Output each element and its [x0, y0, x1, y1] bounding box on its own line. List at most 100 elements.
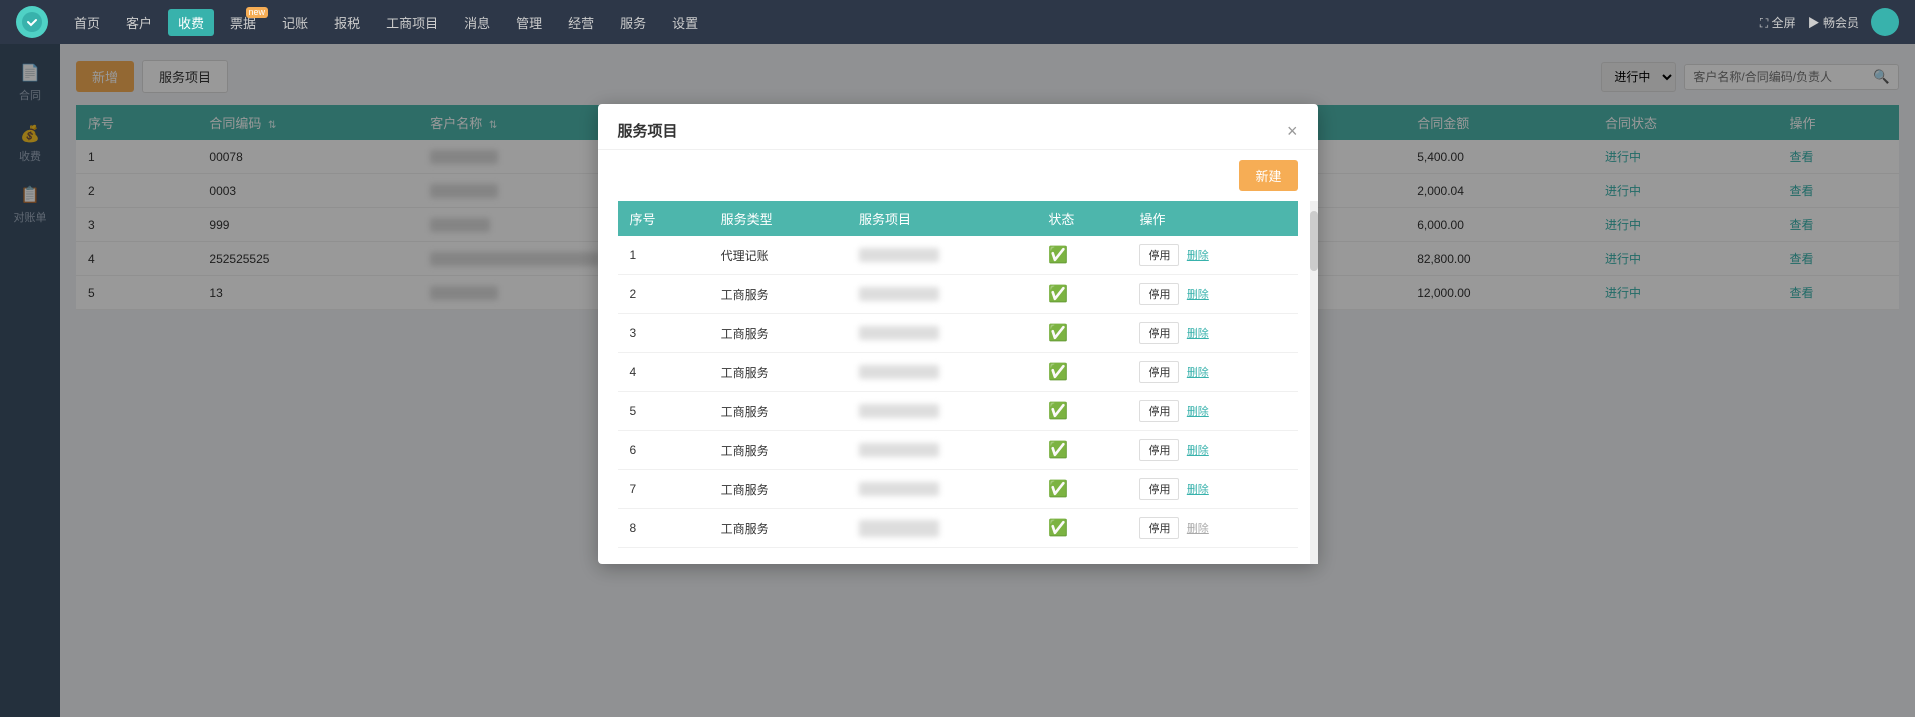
stop-button[interactable]: 停用 [1139, 517, 1179, 539]
modal-cell-action: 停用 删除 [1127, 509, 1297, 548]
modal-cell-type: 工商服务 [709, 353, 847, 392]
modal-cell-action: 停用 删除 [1127, 470, 1297, 509]
app-logo [16, 6, 48, 38]
nav-item-business[interactable]: 工商项目 [376, 9, 448, 36]
modal-table-row: 6 工商服务 ██████ ✅ 停用 删除 [618, 431, 1298, 470]
modal-cell-no: 8 [618, 509, 709, 548]
stop-button[interactable]: 停用 [1139, 283, 1179, 305]
modal-col-action: 操作 [1127, 201, 1297, 236]
modal-table-row: 2 工商服务 ████ ✅ 停用 删除 [618, 275, 1298, 314]
nav-item-tax[interactable]: 报税 [324, 9, 370, 36]
modal-header: 服务项目 × [598, 104, 1318, 150]
modal-table-row: 5 工商服务 ████ ✅ 停用 删除 [618, 392, 1298, 431]
modal-cell-action: 停用 删除 [1127, 236, 1297, 275]
modal-cell-action: 停用 删除 [1127, 431, 1297, 470]
stop-button[interactable]: 停用 [1139, 439, 1179, 461]
modal-cell-no: 7 [618, 470, 709, 509]
modal-new-button[interactable]: 新建 [1239, 160, 1297, 191]
modal-cell-type: 工商服务 [709, 470, 847, 509]
modal-cell-action: 停用 删除 [1127, 314, 1297, 353]
modal-col-type: 服务类型 [709, 201, 847, 236]
vip-btn[interactable]: ▶ 畅会员 [1808, 14, 1859, 31]
nav-item-operation[interactable]: 经营 [558, 9, 604, 36]
modal-col-no: 序号 [618, 201, 709, 236]
nav-item-fee[interactable]: 收费 [168, 9, 214, 36]
modal-cell-item: ██████ [847, 431, 1036, 470]
modal-content: 序号 服务类型 服务项目 状态 操作 1 代理记账 ████1 ✅ 停用 删除 … [598, 201, 1318, 564]
modal-cell-no: 6 [618, 431, 709, 470]
modal-table-header: 序号 服务类型 服务项目 状态 操作 [618, 201, 1298, 236]
modal-cell-type: 代理记账 [709, 236, 847, 275]
stop-button[interactable]: 停用 [1139, 361, 1179, 383]
modal-cell-action: 停用 删除 [1127, 275, 1297, 314]
delete-button[interactable]: 删除 [1187, 442, 1209, 458]
modal-title: 服务项目 [618, 120, 678, 141]
modal-cell-type: 工商服务 [709, 431, 847, 470]
scrollbar-track [1310, 201, 1318, 564]
modal-col-item: 服务项目 [847, 201, 1036, 236]
modal-cell-action: 停用 删除 [1127, 353, 1297, 392]
nav-item-message[interactable]: 消息 [454, 9, 500, 36]
modal-cell-item: ████ [847, 470, 1036, 509]
stop-button[interactable]: 停用 [1139, 244, 1179, 266]
modal-cell-no: 3 [618, 314, 709, 353]
modal-cell-type: 工商服务 [709, 314, 847, 353]
stop-button[interactable]: 停用 [1139, 478, 1179, 500]
modal-cell-status: ✅ [1036, 275, 1127, 314]
modal-cell-status: ✅ [1036, 236, 1127, 275]
modal-toolbar: 新建 [598, 150, 1318, 201]
delete-button[interactable]: 删除 [1187, 481, 1209, 497]
modal-table-row: 4 工商服务 ████ ✅ 停用 删除 [618, 353, 1298, 392]
modal-cell-item: ████ [847, 314, 1036, 353]
stop-button[interactable]: 停用 [1139, 400, 1179, 422]
nav-item-manage[interactable]: 管理 [506, 9, 552, 36]
modal-cell-item: ████ [847, 392, 1036, 431]
delete-button[interactable]: 删除 [1187, 364, 1209, 380]
service-modal: 服务项目 × 新建 序号 服务类型 服务项目 状态 操作 1 代理记账 [598, 104, 1318, 564]
modal-table-row: 7 工商服务 ████ ✅ 停用 删除 [618, 470, 1298, 509]
nav-item-invoice[interactable]: 票据 new [220, 9, 266, 36]
modal-table-row: 8 工商服务 ████注册 ✅ 停用 删除 [618, 509, 1298, 548]
modal-cell-no: 5 [618, 392, 709, 431]
delete-button[interactable]: 删除 [1187, 325, 1209, 341]
modal-cell-item: ████1 [847, 236, 1036, 275]
modal-cell-no: 4 [618, 353, 709, 392]
modal-table-row: 1 代理记账 ████1 ✅ 停用 删除 [618, 236, 1298, 275]
nav-item-home[interactable]: 首页 [64, 9, 110, 36]
modal-cell-item: ████ [847, 275, 1036, 314]
delete-button[interactable]: 删除 [1187, 247, 1209, 263]
modal-cell-status: ✅ [1036, 509, 1127, 548]
delete-button[interactable]: 删除 [1187, 520, 1209, 536]
new-badge: new [246, 7, 269, 18]
modal-cell-no: 2 [618, 275, 709, 314]
nav-items: 首页 客户 收费 票据 new 记账 报税 工商项目 消息 管理 经营 服务 设… [64, 9, 1760, 36]
delete-button[interactable]: 删除 [1187, 286, 1209, 302]
nav-item-customer[interactable]: 客户 [116, 9, 162, 36]
nav-item-settings[interactable]: 设置 [662, 9, 708, 36]
modal-cell-status: ✅ [1036, 392, 1127, 431]
modal-cell-status: ✅ [1036, 353, 1127, 392]
nav-item-service[interactable]: 服务 [610, 9, 656, 36]
avatar[interactable] [1871, 8, 1899, 36]
modal-close-button[interactable]: × [1287, 122, 1298, 140]
modal-cell-no: 1 [618, 236, 709, 275]
delete-button[interactable]: 删除 [1187, 403, 1209, 419]
fullscreen-btn[interactable]: ⛶ 全屏 [1760, 14, 1796, 31]
modal-cell-status: ✅ [1036, 314, 1127, 353]
modal-table-body: 1 代理记账 ████1 ✅ 停用 删除 2 工商服务 ████ ✅ 停用 删除… [618, 236, 1298, 548]
stop-button[interactable]: 停用 [1139, 322, 1179, 344]
modal-cell-status: ✅ [1036, 470, 1127, 509]
modal-cell-action: 停用 删除 [1127, 392, 1297, 431]
modal-cell-item: ████注册 [847, 509, 1036, 548]
modal-cell-type: 工商服务 [709, 509, 847, 548]
modal-cell-status: ✅ [1036, 431, 1127, 470]
modal-overlay[interactable]: 服务项目 × 新建 序号 服务类型 服务项目 状态 操作 1 代理记账 [0, 44, 1915, 717]
modal-col-status: 状态 [1036, 201, 1127, 236]
modal-table-row: 3 工商服务 ████ ✅ 停用 删除 [618, 314, 1298, 353]
nav-item-bookkeeping[interactable]: 记账 [272, 9, 318, 36]
modal-cell-type: 工商服务 [709, 275, 847, 314]
modal-cell-item: ████ [847, 353, 1036, 392]
nav-right: ⛶ 全屏 ▶ 畅会员 [1760, 8, 1899, 36]
modal-cell-type: 工商服务 [709, 392, 847, 431]
scrollbar-thumb[interactable] [1310, 211, 1318, 271]
